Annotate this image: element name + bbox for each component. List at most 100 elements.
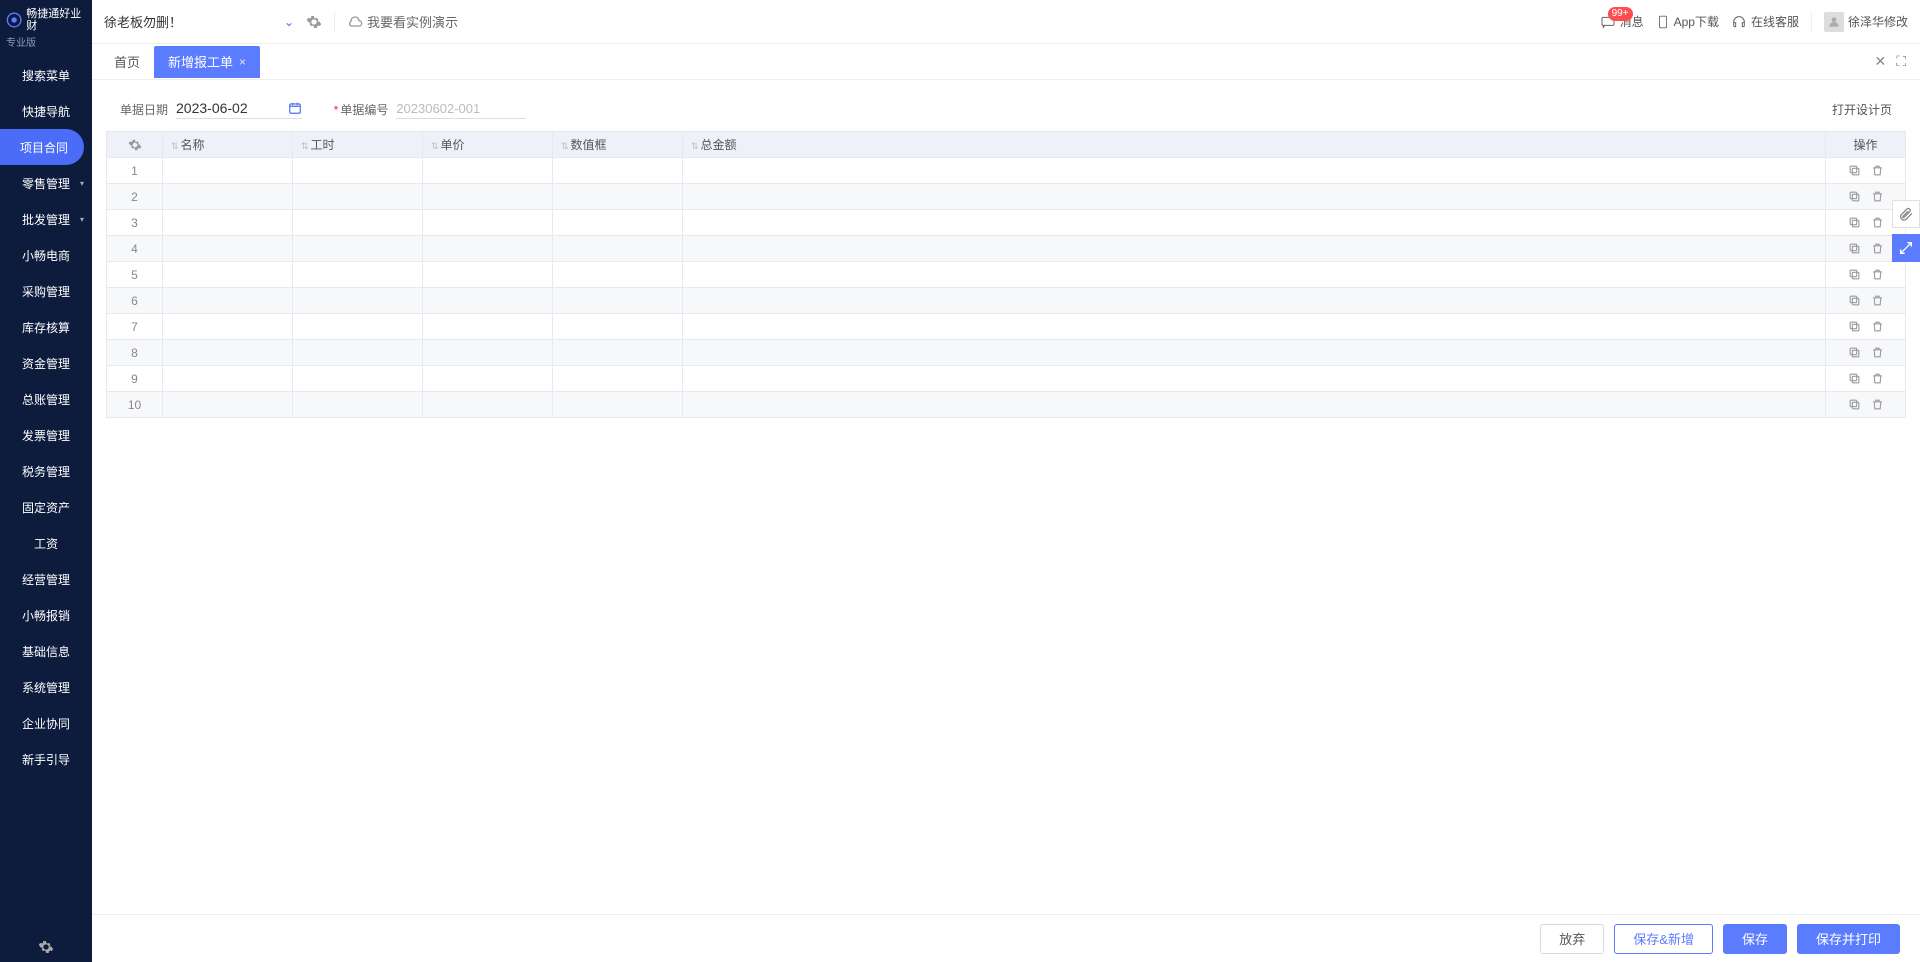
sidebar-settings[interactable] (0, 932, 92, 962)
cell[interactable] (423, 392, 553, 418)
delete-row-icon[interactable] (1871, 242, 1884, 255)
cell[interactable] (163, 158, 293, 184)
sidebar-item-14[interactable]: 经营管理 (0, 561, 92, 597)
cell[interactable] (553, 288, 683, 314)
sidebar-item-18[interactable]: 企业协同 (0, 705, 92, 741)
sidebar-item-2[interactable]: 项目合同 (0, 129, 84, 165)
settings-icon[interactable] (306, 14, 322, 30)
attachment-tool[interactable] (1892, 200, 1920, 228)
cell[interactable] (553, 340, 683, 366)
cell[interactable] (293, 236, 423, 262)
delete-row-icon[interactable] (1871, 346, 1884, 359)
sidebar-item-19[interactable]: 新手引导 (0, 741, 92, 777)
header-price[interactable]: ⇅单价 (423, 132, 553, 158)
save-button[interactable]: 保存 (1723, 924, 1787, 954)
copy-row-icon[interactable] (1848, 216, 1861, 229)
sidebar-item-13[interactable]: 工资 (0, 525, 92, 561)
cell[interactable] (293, 340, 423, 366)
cell[interactable] (423, 340, 553, 366)
sidebar-item-3[interactable]: 零售管理▾ (0, 165, 92, 201)
fullscreen-button[interactable]: ⛶ (1896, 53, 1906, 70)
cell[interactable] (293, 210, 423, 236)
cell[interactable] (683, 366, 1826, 392)
cell[interactable] (163, 184, 293, 210)
cell[interactable] (293, 314, 423, 340)
sidebar-item-0[interactable]: 搜索菜单 (0, 57, 92, 93)
cell[interactable] (423, 314, 553, 340)
cell[interactable] (163, 236, 293, 262)
cell[interactable] (683, 158, 1826, 184)
cell[interactable] (293, 288, 423, 314)
delete-row-icon[interactable] (1871, 294, 1884, 307)
delete-row-icon[interactable] (1871, 268, 1884, 281)
expand-tool[interactable] (1892, 234, 1920, 262)
discard-button[interactable]: 放弃 (1540, 924, 1604, 954)
open-designer-link[interactable]: 打开设计页 (1832, 101, 1892, 118)
cell[interactable] (683, 314, 1826, 340)
header-numeric[interactable]: ⇅数值框 (553, 132, 683, 158)
copy-row-icon[interactable] (1848, 320, 1861, 333)
delete-row-icon[interactable] (1871, 398, 1884, 411)
cell[interactable] (553, 262, 683, 288)
copy-row-icon[interactable] (1848, 346, 1861, 359)
cell[interactable] (683, 340, 1826, 366)
sidebar-item-4[interactable]: 批发管理▾ (0, 201, 92, 237)
cell[interactable] (423, 210, 553, 236)
messages-button[interactable]: 99+ 消息 (1600, 13, 1644, 30)
cell[interactable] (163, 262, 293, 288)
cell[interactable] (163, 392, 293, 418)
sidebar-item-8[interactable]: 资金管理 (0, 345, 92, 381)
cell[interactable] (423, 184, 553, 210)
copy-row-icon[interactable] (1848, 190, 1861, 203)
cell[interactable] (163, 314, 293, 340)
cell[interactable] (423, 236, 553, 262)
header-total[interactable]: ⇅总金额 (683, 132, 1826, 158)
tab-new-work-order[interactable]: 新增报工单 × (154, 46, 260, 78)
delete-row-icon[interactable] (1871, 190, 1884, 203)
sidebar-item-17[interactable]: 系统管理 (0, 669, 92, 705)
sidebar-item-1[interactable]: 快捷导航 (0, 93, 92, 129)
close-icon[interactable]: × (239, 55, 246, 69)
copy-row-icon[interactable] (1848, 372, 1861, 385)
sidebar-item-11[interactable]: 税务管理 (0, 453, 92, 489)
cell[interactable] (423, 158, 553, 184)
copy-row-icon[interactable] (1848, 164, 1861, 177)
cell[interactable] (683, 392, 1826, 418)
sidebar-item-5[interactable]: 小畅电商 (0, 237, 92, 273)
copy-row-icon[interactable] (1848, 398, 1861, 411)
cell[interactable] (553, 184, 683, 210)
cell[interactable] (553, 314, 683, 340)
cell[interactable] (163, 288, 293, 314)
close-tab-button[interactable]: ✕ (1874, 53, 1886, 70)
cell[interactable] (553, 210, 683, 236)
cell[interactable] (423, 262, 553, 288)
customer-service-button[interactable]: 在线客服 (1731, 13, 1799, 30)
sidebar-item-12[interactable]: 固定资产 (0, 489, 92, 525)
copy-row-icon[interactable] (1848, 294, 1861, 307)
cell[interactable] (683, 288, 1826, 314)
copy-row-icon[interactable] (1848, 268, 1861, 281)
sidebar-item-7[interactable]: 库存核算 (0, 309, 92, 345)
sidebar-item-6[interactable]: 采购管理 (0, 273, 92, 309)
date-input[interactable]: 2023-06-02 (176, 100, 302, 119)
number-input[interactable]: 20230602-001 (396, 101, 526, 119)
sidebar-item-16[interactable]: 基础信息 (0, 633, 92, 669)
save-and-print-button[interactable]: 保存并打印 (1797, 924, 1900, 954)
cell[interactable] (553, 158, 683, 184)
calendar-icon[interactable] (288, 101, 302, 115)
company-selector[interactable]: 徐老板勿删！ ⌄ (104, 12, 294, 31)
delete-row-icon[interactable] (1871, 164, 1884, 177)
save-and-new-button[interactable]: 保存&新增 (1614, 924, 1713, 954)
sidebar-item-9[interactable]: 总账管理 (0, 381, 92, 417)
delete-row-icon[interactable] (1871, 320, 1884, 333)
header-name[interactable]: ⇅名称 (163, 132, 293, 158)
demo-link[interactable]: 我要看实例演示 (347, 12, 458, 31)
cell[interactable] (683, 210, 1826, 236)
cell[interactable] (553, 236, 683, 262)
cell[interactable] (683, 262, 1826, 288)
app-download-button[interactable]: App下载 (1656, 13, 1719, 30)
cell[interactable] (163, 210, 293, 236)
header-hours[interactable]: ⇅工时 (293, 132, 423, 158)
cell[interactable] (553, 366, 683, 392)
cell[interactable] (293, 392, 423, 418)
